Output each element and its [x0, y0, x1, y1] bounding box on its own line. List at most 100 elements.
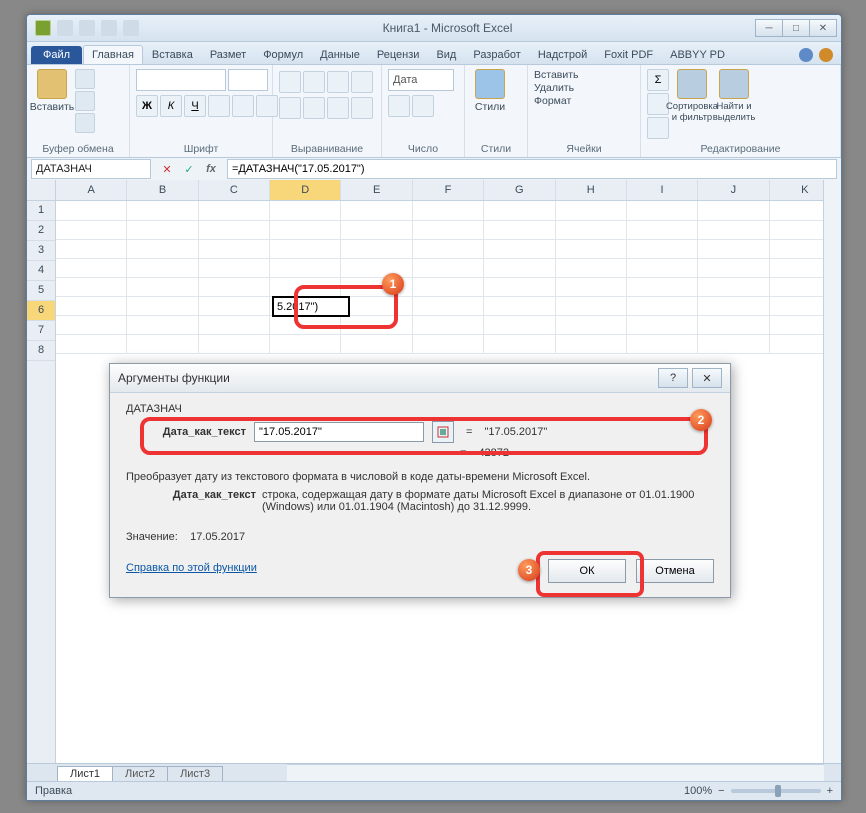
- bold-button[interactable]: Ж: [136, 95, 158, 117]
- align-middle[interactable]: [303, 71, 325, 93]
- col-header[interactable]: E: [341, 180, 412, 200]
- row-header[interactable]: 6: [27, 301, 55, 321]
- currency[interactable]: [388, 95, 410, 117]
- underline-button[interactable]: Ч: [184, 95, 206, 117]
- select-all-corner[interactable]: [27, 180, 55, 201]
- tab-insert[interactable]: Вставка: [144, 46, 201, 64]
- app-window: Книга1 - Microsoft Excel ─ □ ✕ Файл Глав…: [26, 14, 842, 801]
- fill-color-button[interactable]: [232, 95, 254, 117]
- col-header[interactable]: B: [127, 180, 198, 200]
- close-button[interactable]: ✕: [809, 19, 837, 37]
- arg-input[interactable]: [254, 422, 424, 442]
- group-editing: Редактирование: [647, 143, 834, 157]
- tab-home[interactable]: Главная: [83, 45, 143, 64]
- formula-input[interactable]: =ДАТАЗНАЧ("17.05.2017"): [227, 159, 837, 179]
- zoom-slider[interactable]: [731, 789, 821, 793]
- col-header[interactable]: A: [56, 180, 127, 200]
- align-bottom[interactable]: [327, 71, 349, 93]
- autosum[interactable]: Σ: [647, 69, 669, 91]
- paste-button[interactable]: Вставить: [33, 69, 71, 113]
- vertical-scrollbar[interactable]: [823, 180, 841, 764]
- row-header[interactable]: 2: [27, 221, 55, 241]
- font-size[interactable]: [228, 69, 268, 91]
- tab-developer[interactable]: Разработ: [465, 46, 528, 64]
- sheet-tab[interactable]: Лист3: [167, 766, 223, 781]
- format-painter-button[interactable]: [75, 113, 95, 133]
- tab-file[interactable]: Файл: [31, 46, 82, 64]
- col-header[interactable]: H: [556, 180, 627, 200]
- percent[interactable]: [412, 95, 434, 117]
- titlebar: Книга1 - Microsoft Excel ─ □ ✕: [27, 15, 841, 42]
- font-name[interactable]: [136, 69, 226, 91]
- align-left[interactable]: [279, 97, 301, 119]
- italic-button[interactable]: К: [160, 95, 182, 117]
- row-header[interactable]: 3: [27, 241, 55, 261]
- horizontal-scrollbar[interactable]: [287, 764, 824, 782]
- zoom-in[interactable]: +: [827, 785, 833, 797]
- active-cell[interactable]: 5.2017"): [272, 296, 350, 317]
- cells-insert[interactable]: Вставить: [534, 69, 579, 81]
- qat-save[interactable]: [57, 20, 73, 36]
- col-header[interactable]: G: [484, 180, 555, 200]
- row-header[interactable]: 5: [27, 281, 55, 301]
- options-icon[interactable]: [819, 48, 833, 62]
- value-label: Значение:: [126, 531, 178, 543]
- align-right[interactable]: [327, 97, 349, 119]
- col-header[interactable]: C: [199, 180, 270, 200]
- orientation[interactable]: [351, 71, 373, 93]
- group-cells: Ячейки: [534, 143, 634, 157]
- col-header[interactable]: F: [413, 180, 484, 200]
- zoom-out[interactable]: −: [718, 785, 724, 797]
- cells-delete[interactable]: Удалить: [534, 82, 574, 94]
- number-format[interactable]: Дата: [388, 69, 454, 91]
- tab-view[interactable]: Вид: [428, 46, 464, 64]
- cut-button[interactable]: [75, 69, 95, 89]
- styles-button[interactable]: Стили: [471, 69, 509, 113]
- border-button[interactable]: [208, 95, 230, 117]
- dialog-close-button[interactable]: ✕: [692, 368, 722, 388]
- qat-redo[interactable]: [101, 20, 117, 36]
- ok-button[interactable]: ОК: [548, 559, 626, 583]
- row-header[interactable]: 1: [27, 201, 55, 221]
- help-icon[interactable]: [799, 48, 813, 62]
- find-select-button[interactable]: Найти и выделить: [715, 69, 753, 123]
- cells-format[interactable]: Формат: [534, 95, 571, 107]
- tab-review[interactable]: Рецензи: [369, 46, 428, 64]
- fx-button[interactable]: fx: [201, 159, 221, 179]
- dialog-titlebar[interactable]: Аргументы функции ? ✕: [110, 364, 730, 393]
- group-number: Число: [388, 143, 458, 157]
- row-header[interactable]: 4: [27, 261, 55, 281]
- maximize-button[interactable]: □: [782, 19, 810, 37]
- tab-abbyy[interactable]: ABBYY PD: [662, 46, 733, 64]
- enter-formula[interactable]: ✓: [179, 159, 199, 179]
- tab-layout[interactable]: Размет: [202, 46, 254, 64]
- dialog-help-button[interactable]: ?: [658, 368, 688, 388]
- copy-button[interactable]: [75, 91, 95, 111]
- zoom-level[interactable]: 100%: [684, 785, 712, 797]
- name-box[interactable]: ДАТАЗНАЧ: [31, 159, 151, 179]
- qat-more[interactable]: [123, 20, 139, 36]
- row-header[interactable]: 7: [27, 321, 55, 341]
- col-header[interactable]: I: [627, 180, 698, 200]
- cell-grid[interactable]: 5.2017"): [56, 201, 841, 353]
- tab-addins[interactable]: Надстрой: [530, 46, 595, 64]
- sheet-tab[interactable]: Лист2: [112, 766, 168, 781]
- sheet-tab[interactable]: Лист1: [57, 766, 113, 781]
- tab-data[interactable]: Данные: [312, 46, 368, 64]
- sort-filter-button[interactable]: Сортировка и фильтр: [673, 69, 711, 123]
- row-header[interactable]: 8: [27, 341, 55, 361]
- align-center[interactable]: [303, 97, 325, 119]
- tab-formulas[interactable]: Формул: [255, 46, 311, 64]
- minimize-button[interactable]: ─: [755, 19, 783, 37]
- range-picker-icon[interactable]: [432, 421, 454, 443]
- col-header[interactable]: D: [270, 180, 341, 200]
- excel-icon: [35, 20, 51, 36]
- tab-foxit[interactable]: Foxit PDF: [596, 46, 661, 64]
- qat-undo[interactable]: [79, 20, 95, 36]
- cancel-button[interactable]: Отмена: [636, 559, 714, 583]
- indent[interactable]: [351, 97, 373, 119]
- cancel-formula[interactable]: ✕: [157, 159, 177, 179]
- col-header[interactable]: J: [698, 180, 769, 200]
- align-top[interactable]: [279, 71, 301, 93]
- help-link[interactable]: Справка по этой функции: [126, 562, 257, 574]
